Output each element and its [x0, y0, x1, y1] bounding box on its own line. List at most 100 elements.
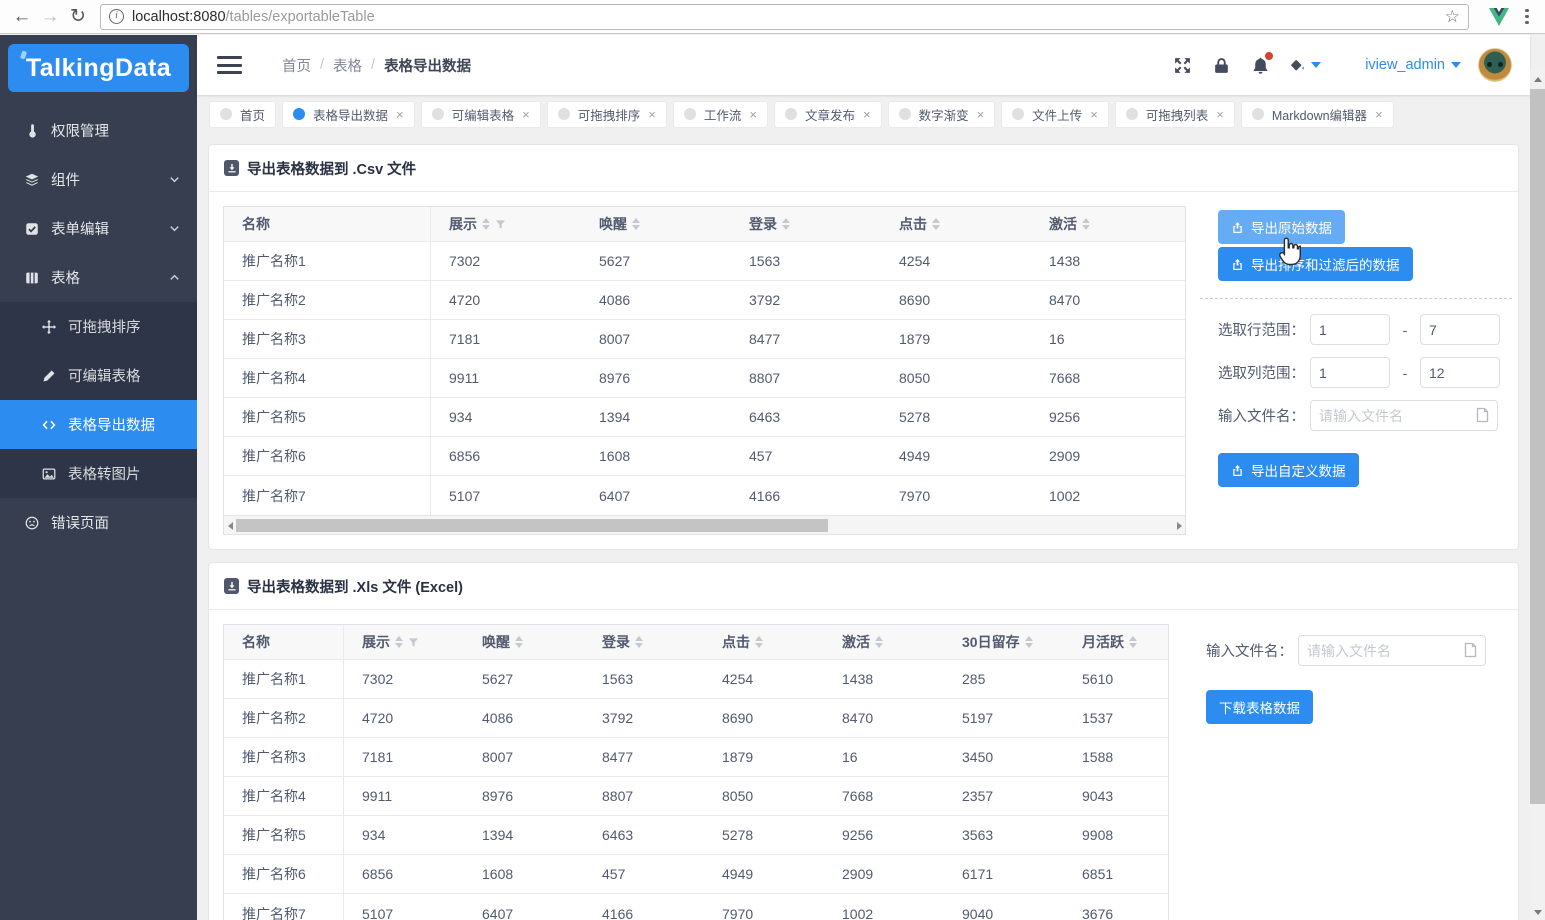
export-filtered-button[interactable]: 导出排序和过滤后的数据 — [1218, 247, 1413, 281]
export-custom-button[interactable]: 导出自定义数据 — [1218, 453, 1359, 487]
page-info-icon[interactable]: i — [109, 9, 124, 24]
sort-icon[interactable] — [635, 636, 643, 648]
download-table-button[interactable]: 下载表格数据 — [1206, 690, 1313, 724]
tag-tab[interactable]: Markdown编辑器 × — [1240, 100, 1394, 128]
close-icon[interactable]: × — [977, 108, 985, 121]
lock-icon[interactable] — [1210, 54, 1232, 76]
breadcrumb-item[interactable]: 首页 — [282, 55, 311, 76]
col-to-input[interactable] — [1420, 357, 1500, 388]
app-logo[interactable]: TalkingData — [8, 44, 189, 92]
filter-funnel-icon[interactable] — [495, 219, 506, 230]
tag-tab[interactable]: 文件上传 × — [1001, 100, 1109, 128]
column-header[interactable]: 点击 — [881, 207, 1031, 241]
vue-devtools-icon[interactable] — [1487, 6, 1511, 28]
table-row[interactable]: 推广名称5 934 1394 6463 5278 9256 — [224, 398, 1185, 437]
column-header[interactable]: 激活 — [824, 625, 944, 659]
table-row[interactable]: 推广名称3 7181 8007 8477 1879 16 — [224, 320, 1185, 359]
back-icon[interactable]: ← — [8, 6, 36, 28]
sort-icon[interactable] — [782, 218, 790, 230]
address-bar[interactable]: i localhost:8080/tables/exportableTable … — [100, 3, 1469, 30]
reload-icon[interactable]: ↻ — [64, 5, 92, 28]
close-icon[interactable]: × — [1090, 108, 1098, 121]
sidebar-item-exportable-table[interactable]: 表格导出数据 — [0, 400, 197, 449]
tag-tab[interactable]: 数字渐变 × — [887, 100, 996, 128]
tag-tab[interactable]: 文章发布 × — [773, 100, 882, 128]
export-raw-button[interactable]: 导出原始数据 — [1218, 210, 1345, 244]
sort-icon[interactable] — [1129, 636, 1137, 648]
tag-tab[interactable]: 首页 — [209, 100, 277, 128]
close-icon[interactable]: × — [1375, 108, 1383, 121]
table-row[interactable]: 推广名称1 7302 5627 1563 4254 1438 285 5610 — [224, 660, 1168, 699]
scroll-down-icon[interactable] — [1530, 905, 1545, 920]
sidebar-item-table-to-image[interactable]: 表格转图片 — [0, 449, 197, 498]
scroll-up-icon[interactable] — [1530, 72, 1545, 87]
table-row[interactable]: 推广名称4 9911 8976 8807 8050 7668 — [224, 359, 1185, 398]
sort-icon[interactable] — [755, 636, 763, 648]
close-icon[interactable]: × — [863, 108, 871, 121]
table-row[interactable]: 推广名称6 6856 1608 457 4949 2909 6171 6851 — [224, 855, 1168, 894]
avatar[interactable] — [1478, 48, 1512, 82]
tag-tab[interactable]: 可拖拽列表 × — [1114, 100, 1235, 128]
close-icon[interactable]: × — [522, 108, 530, 121]
table-row[interactable]: 推广名称4 9911 8976 8807 8050 7668 2357 9043 — [224, 777, 1168, 816]
table-row[interactable]: 推广名称2 4720 4086 3792 8690 8470 5197 1537 — [224, 699, 1168, 738]
user-menu[interactable]: iview_admin — [1365, 57, 1461, 73]
tag-tab[interactable]: 可编辑表格 × — [420, 100, 541, 128]
close-icon[interactable]: × — [749, 108, 757, 121]
sort-icon[interactable] — [395, 636, 403, 648]
column-header[interactable]: 点击 — [704, 625, 824, 659]
tag-tab[interactable]: 表格导出数据 × — [282, 100, 415, 128]
sort-icon[interactable] — [515, 636, 523, 648]
scrollbar-thumb[interactable] — [236, 519, 828, 532]
breadcrumb-item[interactable]: 表格 — [333, 55, 362, 76]
sidebar-item-auth[interactable]: 权限管理 — [0, 106, 197, 155]
column-header[interactable]: 月活跃 — [1064, 625, 1168, 659]
fullscreen-icon[interactable] — [1171, 54, 1193, 76]
close-icon[interactable]: × — [396, 108, 404, 121]
sidebar-item-editable-table[interactable]: 可编辑表格 — [0, 351, 197, 400]
column-header[interactable]: 激活 — [1031, 207, 1185, 241]
sort-icon[interactable] — [632, 218, 640, 230]
table-row[interactable]: 推广名称5 934 1394 6463 5278 9256 3563 9908 — [224, 816, 1168, 855]
table-row[interactable]: 推广名称1 7302 5627 1563 4254 1438 — [224, 242, 1185, 281]
tag-tab[interactable]: 可拖拽排序 × — [546, 100, 667, 128]
sort-icon[interactable] — [1024, 636, 1033, 648]
sidebar-item-tables[interactable]: 表格 — [0, 253, 197, 302]
column-header[interactable]: 展示 — [344, 625, 464, 659]
sort-icon[interactable] — [875, 636, 883, 648]
sort-icon[interactable] — [932, 218, 940, 230]
sort-icon[interactable] — [482, 218, 490, 230]
column-header[interactable]: 唤醒 — [581, 207, 731, 241]
table-row[interactable]: 推广名称3 7181 8007 8477 1879 16 3450 1588 — [224, 738, 1168, 777]
scrollbar-thumb[interactable] — [1530, 89, 1545, 804]
close-icon[interactable]: × — [1216, 108, 1224, 121]
row-from-input[interactable] — [1310, 314, 1390, 345]
collapse-menu-icon[interactable] — [217, 56, 242, 74]
table-row[interactable]: 推广名称7 5107 6407 4166 7970 1002 9040 3676 — [224, 894, 1168, 920]
browser-menu-icon[interactable] — [1517, 8, 1537, 25]
sidebar-item-components[interactable]: 组件 — [0, 155, 197, 204]
column-header[interactable]: 登录 — [731, 207, 881, 241]
scroll-left-icon[interactable] — [224, 516, 236, 535]
tag-tab[interactable]: 工作流 × — [672, 100, 768, 128]
column-header[interactable]: 唤醒 — [464, 625, 584, 659]
vertical-scrollbar[interactable] — [1530, 70, 1545, 920]
filename-input[interactable] — [1310, 400, 1498, 431]
table-row[interactable]: 推广名称7 5107 6407 4166 7970 1002 — [224, 476, 1185, 515]
notification-bell-icon[interactable] — [1249, 52, 1274, 76]
column-header[interactable]: 30日留存 — [944, 625, 1064, 659]
sidebar-item-form-edit[interactable]: 表单编辑 — [0, 204, 197, 253]
filter-funnel-icon[interactable] — [408, 637, 419, 648]
close-icon[interactable]: × — [648, 108, 656, 121]
horizontal-scrollbar[interactable] — [224, 515, 1185, 534]
column-header[interactable]: 展示 — [431, 207, 581, 241]
table-row[interactable]: 推广名称6 6856 1608 457 4949 2909 — [224, 437, 1185, 476]
scroll-right-icon[interactable] — [1173, 516, 1185, 535]
filename-input[interactable] — [1298, 635, 1486, 666]
sidebar-item-draggable-sort[interactable]: 可拖拽排序 — [0, 302, 197, 351]
row-to-input[interactable] — [1420, 314, 1500, 345]
sidebar-item-error-pages[interactable]: 错误页面 — [0, 498, 197, 547]
col-from-input[interactable] — [1310, 357, 1390, 388]
sort-icon[interactable] — [1082, 218, 1090, 230]
table-row[interactable]: 推广名称2 4720 4086 3792 8690 8470 — [224, 281, 1185, 320]
